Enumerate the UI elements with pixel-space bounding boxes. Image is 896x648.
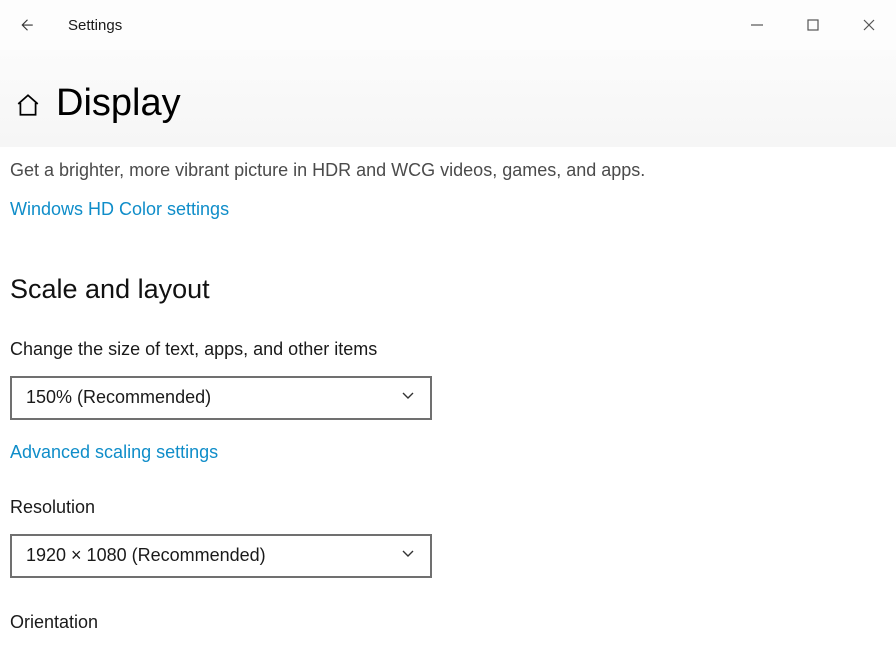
maximize-icon [806, 18, 820, 32]
minimize-icon [750, 18, 764, 32]
titlebar-left: Settings [14, 13, 122, 37]
chevron-down-icon [400, 387, 416, 408]
resolution-dropdown[interactable]: 1920 × 1080 (Recommended) [10, 534, 432, 578]
home-icon[interactable] [14, 90, 42, 118]
app-title: Settings [68, 17, 122, 34]
resolution-value: 1920 × 1080 (Recommended) [26, 545, 266, 566]
close-icon [862, 18, 876, 32]
orientation-label: Orientation [10, 612, 882, 633]
back-arrow-icon [17, 16, 35, 34]
maximize-button[interactable] [792, 9, 834, 41]
scale-layout-heading: Scale and layout [10, 274, 882, 305]
minimize-button[interactable] [736, 9, 778, 41]
text-size-dropdown[interactable]: 150% (Recommended) [10, 376, 432, 420]
text-size-value: 150% (Recommended) [26, 387, 211, 408]
text-size-label: Change the size of text, apps, and other… [10, 339, 882, 360]
titlebar: Settings [0, 0, 896, 50]
close-button[interactable] [848, 9, 890, 41]
page-title: Display [56, 82, 181, 125]
content-area: Get a brighter, more vibrant picture in … [0, 147, 896, 633]
chevron-down-icon [400, 545, 416, 566]
page-title-row: Display [14, 82, 882, 125]
advanced-scaling-link[interactable]: Advanced scaling settings [10, 442, 218, 463]
home-outline-icon [15, 92, 41, 118]
window-controls [736, 9, 896, 41]
back-button[interactable] [14, 13, 38, 37]
hd-color-settings-link[interactable]: Windows HD Color settings [10, 199, 229, 220]
resolution-label: Resolution [10, 497, 882, 518]
hdr-description: Get a brighter, more vibrant picture in … [10, 157, 650, 185]
page-header: Display [0, 50, 896, 147]
